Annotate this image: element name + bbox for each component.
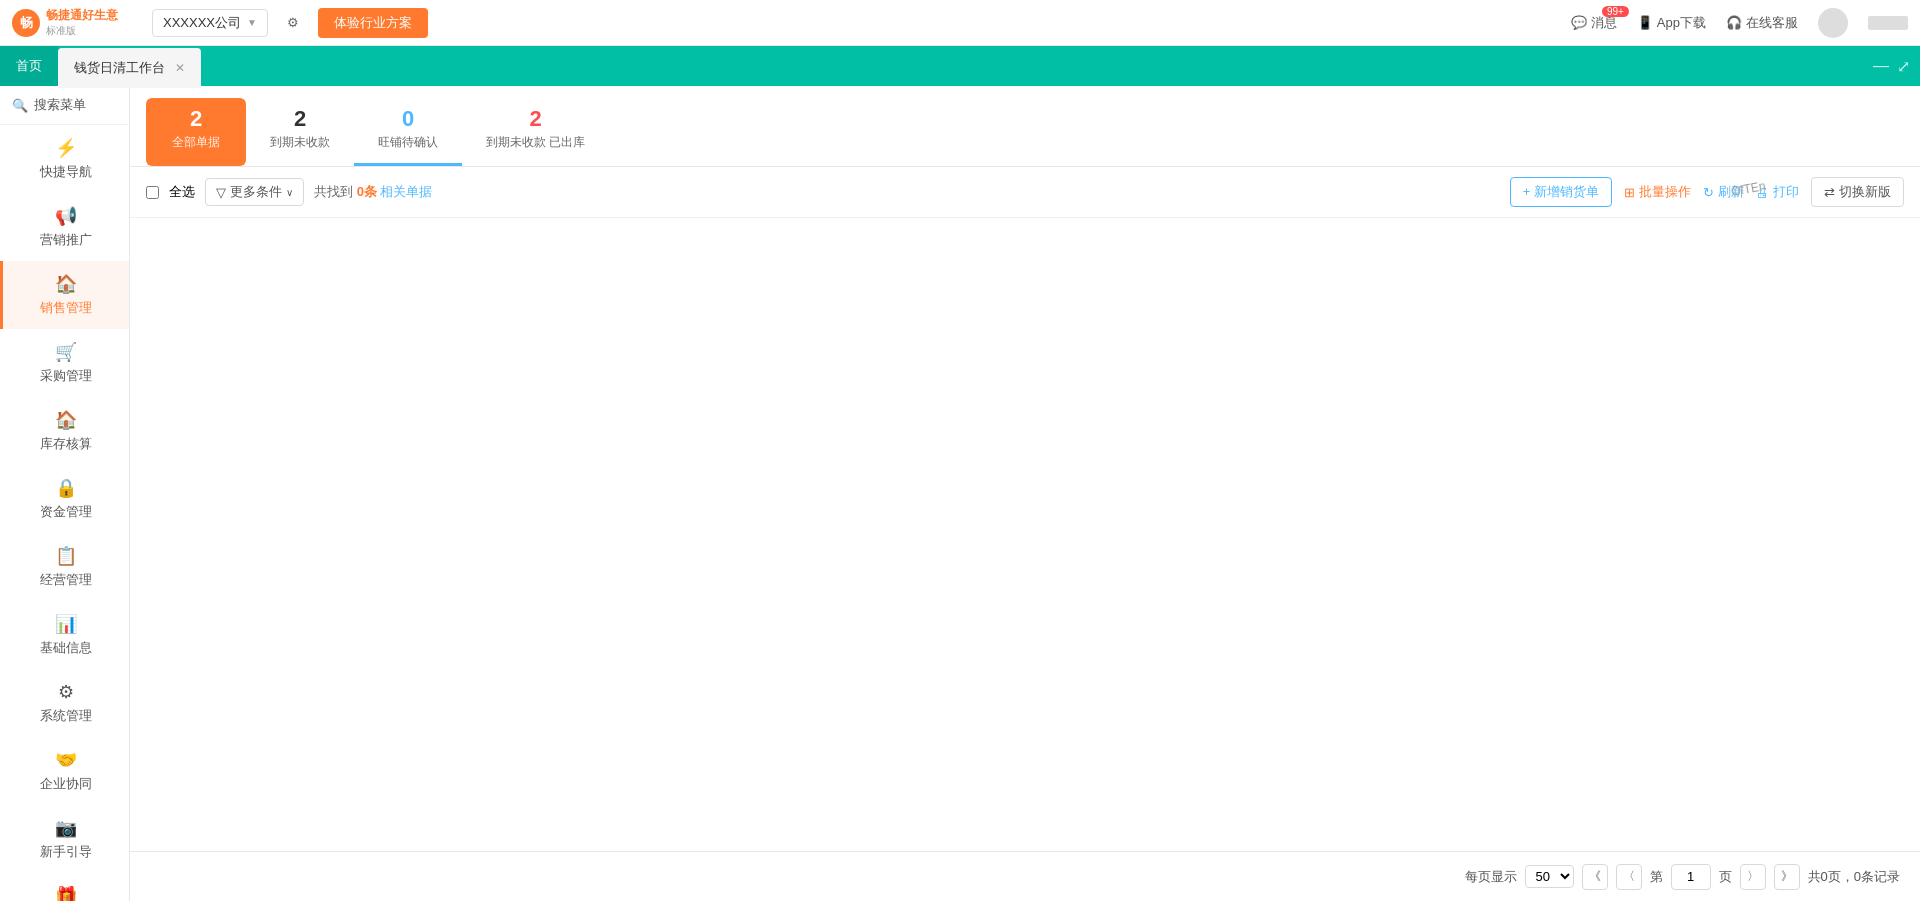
batch-icon: ⊞ — [1624, 185, 1635, 200]
first-page-button[interactable]: 《 — [1582, 864, 1608, 890]
guide-icon: 📷 — [55, 817, 77, 839]
filter-icon: ▽ — [216, 185, 226, 200]
sidebar-item-guide[interactable]: 📷 新手引导 — [0, 805, 129, 873]
per-page-label: 每页显示 — [1465, 868, 1517, 886]
sidebar: 🔍 搜索菜单 ⚡ 快捷导航 📢 营销推广 🏠 销售管理 🛒 采购管理 🏠 库存核… — [0, 86, 130, 901]
app-download-item[interactable]: 📱 App下载 — [1637, 14, 1706, 32]
stat-tab-pending[interactable]: 0 旺铺待确认 — [354, 98, 462, 166]
sidebar-item-marketing[interactable]: 📢 营销推广 — [0, 193, 129, 261]
switch-icon: ⇄ — [1824, 185, 1835, 200]
message-item[interactable]: 💬 消息 99+ — [1571, 14, 1617, 32]
header-right: 💬 消息 99+ 📱 App下载 🎧 在线客服 — [1571, 8, 1908, 38]
sidebar-search[interactable]: 🔍 搜索菜单 — [0, 86, 129, 125]
main-layout: 🔍 搜索菜单 ⚡ 快捷导航 📢 营销推广 🏠 销售管理 🛒 采购管理 🏠 库存核… — [0, 86, 1920, 901]
sidebar-item-app-center[interactable]: 🎁 应用中心 — [0, 873, 129, 901]
message-badge: 99+ — [1602, 6, 1629, 17]
sidebar-item-purchase[interactable]: 🛒 采购管理 — [0, 329, 129, 397]
refresh-icon: ↻ — [1703, 185, 1714, 200]
sidebar-item-enterprise[interactable]: 🤝 企业协同 — [0, 737, 129, 805]
tab-work-bench[interactable]: 钱货日清工作台 ✕ — [58, 48, 201, 88]
related-link[interactable]: 相关单据 — [380, 184, 432, 199]
found-text: 共找到 0条 相关单据 — [314, 183, 432, 201]
sidebar-item-basic-info[interactable]: 📊 基础信息 — [0, 601, 129, 669]
dropdown-arrow-icon: ▼ — [247, 17, 257, 28]
page-input[interactable] — [1671, 864, 1711, 890]
content-inner: 2 全部单据 2 到期未收款 0 旺铺待确认 2 到期未收款 已出库 — [130, 86, 1920, 901]
tab-home[interactable]: 首页 — [0, 46, 58, 86]
filter-button[interactable]: ▽ 更多条件 ∨ — [205, 178, 304, 206]
sidebar-item-system[interactable]: ⚙ 系统管理 — [0, 669, 129, 737]
user-name[interactable] — [1868, 16, 1908, 30]
app-download-label: App下载 — [1657, 14, 1706, 32]
logo-icon: 畅 — [12, 9, 40, 37]
batch-operation-button[interactable]: ⊞ 批量操作 — [1624, 183, 1691, 201]
purchase-icon: 🛒 — [55, 341, 77, 363]
prev-page-button[interactable]: 〈 — [1616, 864, 1642, 890]
sidebar-item-finance[interactable]: 🔒 资金管理 — [0, 465, 129, 533]
per-page-select[interactable]: 50 — [1525, 865, 1574, 888]
tab-bar: 首页 钱货日清工作台 ✕ — ⤢ — [0, 46, 1920, 86]
select-all-label: 全选 — [169, 183, 195, 201]
stat-tab-all[interactable]: 2 全部单据 — [146, 98, 246, 166]
select-all-checkbox[interactable] — [146, 186, 159, 199]
tab-close-icon[interactable]: ✕ — [175, 61, 185, 75]
stat-tab-overdue-shipped[interactable]: 2 到期未收款 已出库 — [462, 98, 609, 166]
found-count: 0条 — [357, 184, 377, 199]
print-button[interactable]: 🖨 打印 — [1756, 183, 1799, 201]
sidebar-item-quick-nav[interactable]: ⚡ 快捷导航 — [0, 125, 129, 193]
total-label: 共0页，0条记录 — [1808, 868, 1900, 886]
pagination: 每页显示 50 《 〈 第 页 〉 》 共0页，0条记录 — [130, 851, 1920, 901]
stat-tab-overdue[interactable]: 2 到期未收款 — [246, 98, 354, 166]
marketing-icon: 📢 — [55, 205, 77, 227]
app-download-icon: 📱 — [1637, 15, 1653, 30]
filter-label: 更多条件 — [230, 183, 282, 201]
user-avatar[interactable] — [1818, 8, 1848, 38]
message-icon: 💬 — [1571, 15, 1587, 30]
quick-nav-icon: ⚡ — [55, 137, 77, 159]
enterprise-icon: 🤝 — [55, 749, 77, 771]
next-page-button[interactable]: 〉 — [1740, 864, 1766, 890]
refresh-button[interactable]: ↻ 刷新 — [1703, 183, 1744, 201]
basic-info-icon: 📊 — [55, 613, 77, 635]
tab-maximize-icon[interactable]: ⤢ — [1897, 57, 1910, 76]
service-icon: 🎧 — [1726, 15, 1742, 30]
page-label: 第 — [1650, 868, 1663, 886]
app-center-icon: 🎁 — [55, 885, 77, 901]
search-icon: 🔍 — [12, 98, 28, 113]
operations-icon: 📋 — [55, 545, 77, 567]
filter-arrow-icon: ∨ — [286, 187, 293, 198]
sidebar-item-sales[interactable]: 🏠 销售管理 — [0, 261, 129, 329]
page-suffix: 页 — [1719, 868, 1732, 886]
table-area — [130, 218, 1920, 851]
sales-icon: 🏠 — [55, 273, 77, 295]
last-page-button[interactable]: 》 — [1774, 864, 1800, 890]
tab-bar-controls: — ⤢ — [1873, 57, 1920, 76]
system-icon: ⚙ — [58, 681, 74, 703]
tab-minimize-icon[interactable]: — — [1873, 57, 1889, 75]
top-header: 畅 畅捷通好生意 标准版 XXXXXX公司 ▼ ⚙ 体验行业方案 💬 消息 99… — [0, 0, 1920, 46]
logo-text: 畅捷通好生意 标准版 — [46, 8, 118, 37]
trial-button[interactable]: 体验行业方案 — [318, 8, 428, 38]
toolbar-right: + 新增销货单 ⊞ 批量操作 ↻ 刷新 🖨 打印 ⇄ — [1510, 177, 1904, 207]
settings-icon[interactable]: ⚙ — [278, 8, 308, 38]
stats-tabs: 2 全部单据 2 到期未收款 0 旺铺待确认 2 到期未收款 已出库 — [130, 86, 1920, 167]
company-selector[interactable]: XXXXXX公司 ▼ — [152, 9, 268, 37]
online-service-label: 在线客服 — [1746, 14, 1798, 32]
logo-area: 畅 畅捷通好生意 标准版 — [12, 8, 142, 37]
add-sales-order-button[interactable]: + 新增销货单 — [1510, 177, 1612, 207]
content-area: 2 全部单据 2 到期未收款 0 旺铺待确认 2 到期未收款 已出库 — [130, 86, 1920, 901]
finance-icon: 🔒 — [55, 477, 77, 499]
company-name: XXXXXX公司 — [163, 14, 241, 32]
toolbar: 全选 ▽ 更多条件 ∨ 共找到 0条 相关单据 + 新增销货单 — [130, 167, 1920, 218]
switch-version-button[interactable]: ⇄ 切换新版 — [1811, 177, 1904, 207]
online-service-item[interactable]: 🎧 在线客服 — [1726, 14, 1798, 32]
print-icon: 🖨 — [1756, 185, 1769, 200]
toolbar-left: 全选 ▽ 更多条件 ∨ 共找到 0条 相关单据 — [146, 178, 1500, 206]
inventory-icon: 🏠 — [55, 409, 77, 431]
sidebar-item-inventory[interactable]: 🏠 库存核算 — [0, 397, 129, 465]
sidebar-item-operations[interactable]: 📋 经营管理 — [0, 533, 129, 601]
